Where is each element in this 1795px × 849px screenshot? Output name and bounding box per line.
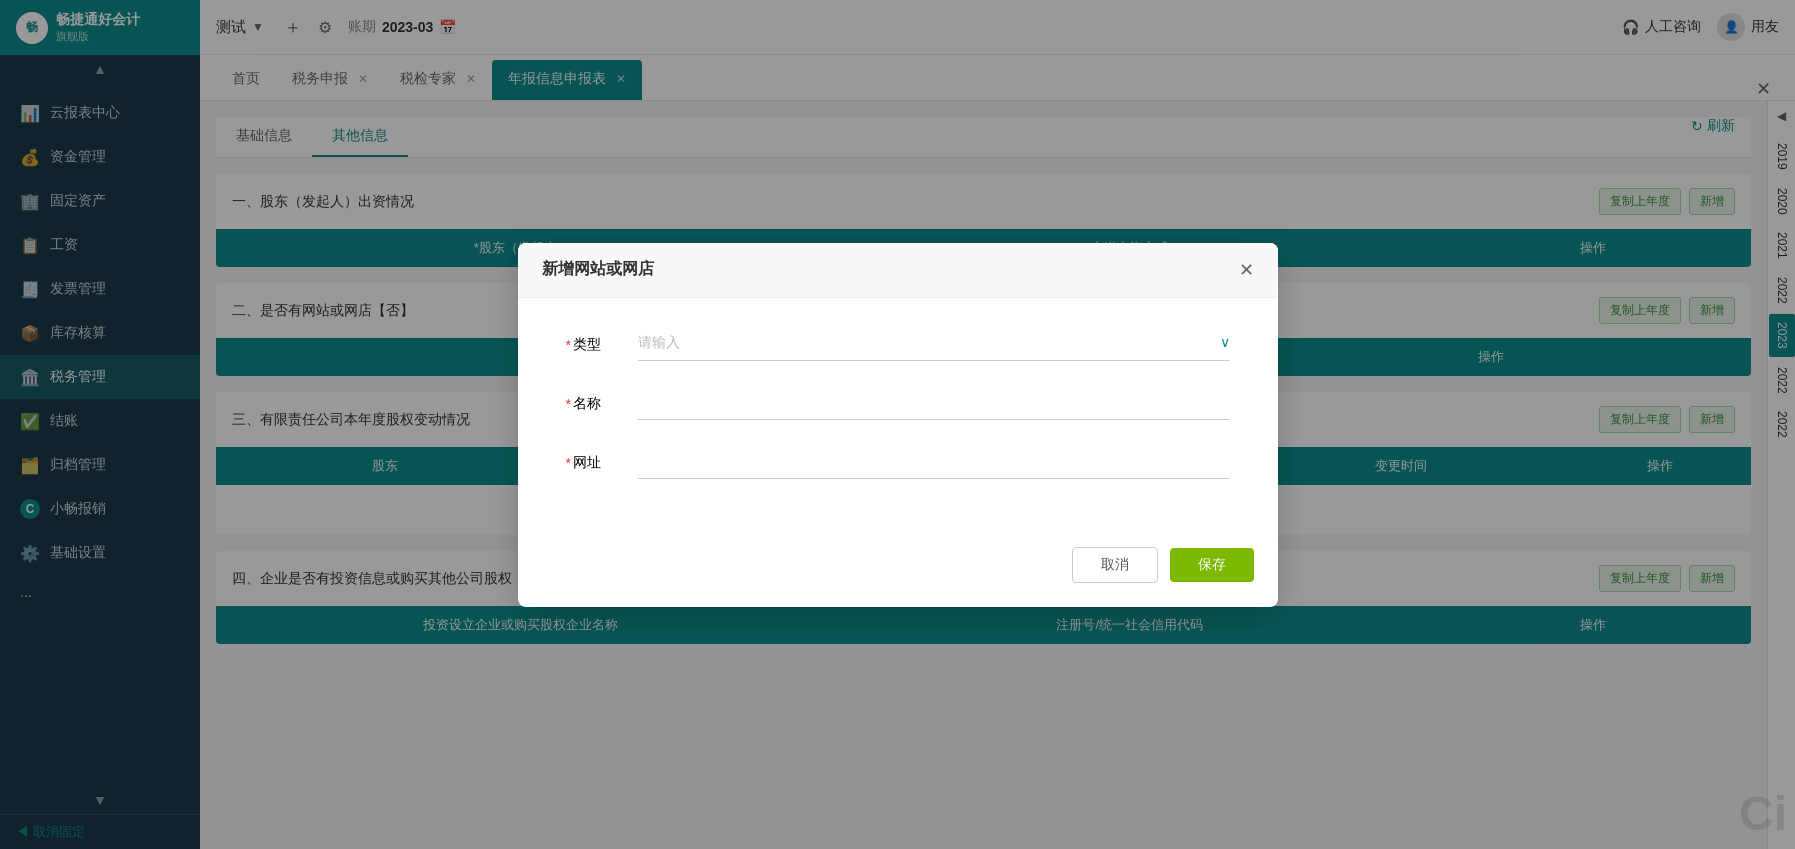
modal-body: * 类型 ∨ * 名称 xyxy=(518,298,1278,531)
required-star-type: * xyxy=(566,337,571,353)
form-row-url: * 网址 xyxy=(566,448,1230,479)
name-input[interactable] xyxy=(638,389,1230,413)
add-website-modal: 新增网站或网店 ✕ * 类型 ∨ xyxy=(518,243,1278,607)
url-input[interactable] xyxy=(638,448,1230,472)
modal-title: 新增网站或网店 xyxy=(542,259,654,280)
url-input-wrap xyxy=(638,448,1230,479)
url-label: * 网址 xyxy=(566,454,626,472)
form-field-name: * 名称 xyxy=(566,389,1230,420)
form-row-type: * 类型 ∨ xyxy=(566,330,1230,361)
name-label-text: 名称 xyxy=(573,395,601,413)
form-field-type: * 类型 ∨ xyxy=(566,330,1230,361)
name-input-wrap xyxy=(638,389,1230,420)
type-label-text: 类型 xyxy=(573,336,601,354)
form-row-name: * 名称 xyxy=(566,389,1230,420)
modal-footer: 取消 保存 xyxy=(518,531,1278,607)
required-star-name: * xyxy=(566,396,571,412)
url-label-text: 网址 xyxy=(573,454,601,472)
required-star-url: * xyxy=(566,455,571,471)
cancel-button[interactable]: 取消 xyxy=(1072,547,1158,583)
modal-close-button[interactable]: ✕ xyxy=(1239,259,1254,281)
save-button[interactable]: 保存 xyxy=(1170,548,1254,582)
name-label: * 名称 xyxy=(566,395,626,413)
type-dropdown-arrow-icon[interactable]: ∨ xyxy=(1220,334,1230,350)
type-input[interactable] xyxy=(638,330,1220,354)
form-field-url: * 网址 xyxy=(566,448,1230,479)
type-input-wrap: ∨ xyxy=(638,330,1230,361)
modal-header: 新增网站或网店 ✕ xyxy=(518,243,1278,298)
modal-overlay[interactable]: 新增网站或网店 ✕ * 类型 ∨ xyxy=(0,0,1795,849)
type-label: * 类型 xyxy=(566,336,626,354)
